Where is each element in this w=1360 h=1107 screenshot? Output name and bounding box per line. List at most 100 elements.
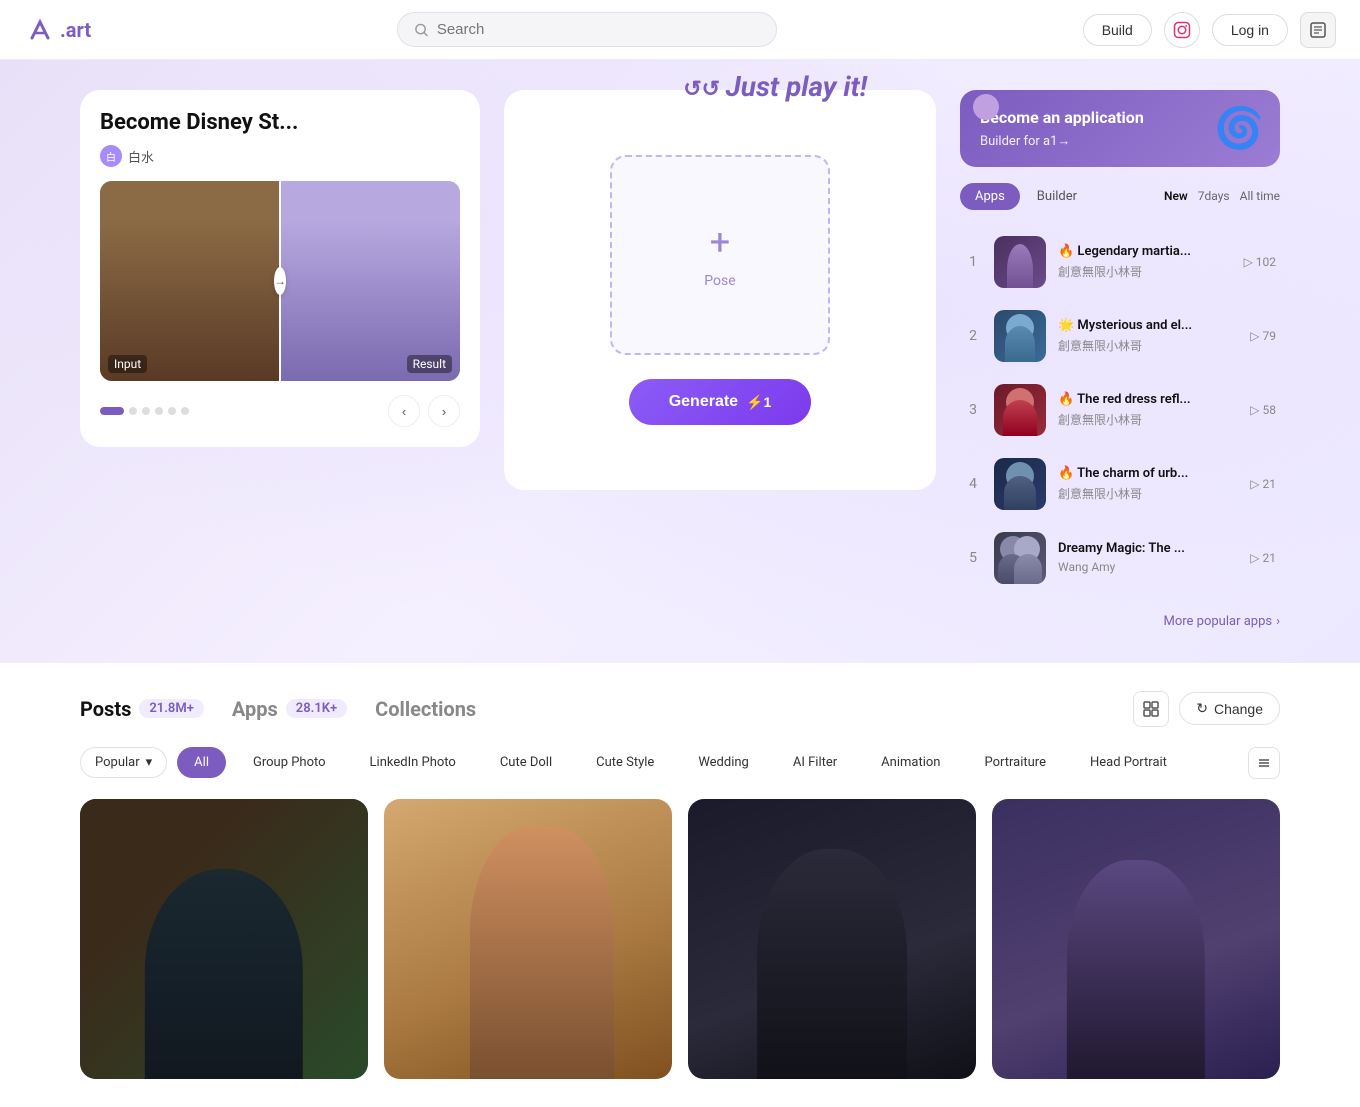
app-author-4: 創意無限小林哥: [1058, 485, 1238, 502]
filter-head-portrait[interactable]: Head Portrait: [1073, 747, 1184, 778]
generate-button[interactable]: Generate ⚡1: [629, 379, 812, 425]
app-plays-4: ▷ 21: [1250, 477, 1276, 491]
change-label: Change: [1214, 701, 1263, 717]
search-bar[interactable]: [397, 12, 777, 47]
change-button[interactable]: ↻ Change: [1179, 692, 1280, 725]
app-info-2: 🌟 Mysterious and el... 創意無限小林哥: [1058, 318, 1238, 354]
posts-actions: ↻ Change: [1133, 691, 1280, 727]
list-item[interactable]: 5 Dreamy Magic: The ... Wang Amy ▷ 21: [960, 522, 1280, 594]
result-label: Result: [407, 355, 452, 373]
nav-buttons: ‹ ›: [388, 395, 460, 427]
tab-builder[interactable]: Builder: [1022, 183, 1092, 210]
app-list: 1 🔥 Legendary martia... 創意無限小林哥 ▷ 102 2: [960, 226, 1280, 594]
time-alltime[interactable]: All time: [1240, 189, 1280, 203]
dot-2[interactable]: [129, 407, 137, 415]
pose-label: Pose: [704, 273, 735, 289]
posts-tabs: Posts 21.8M+ Apps 28.1K+ Collections: [80, 697, 476, 721]
expand-icon: [1257, 756, 1271, 770]
grid-view-button[interactable]: [1133, 691, 1169, 727]
list-item[interactable]: 3 🔥 The red dress refl... 創意無限小林哥 ▷ 58: [960, 374, 1280, 446]
app-name-3: 🔥 The red dress refl...: [1058, 392, 1238, 409]
filter-animation[interactable]: Animation: [864, 747, 957, 778]
builder-banner[interactable]: Become an application Builder for a1→ 🌀: [960, 90, 1280, 167]
card-left: Become Disney St... 白 白水 Input Result →: [80, 90, 480, 447]
dot-4[interactable]: [155, 407, 163, 415]
build-button[interactable]: Build: [1083, 14, 1152, 46]
app-info-5: Dreamy Magic: The ... Wang Amy: [1058, 541, 1238, 574]
input-label: Input: [108, 355, 147, 373]
result-person: [280, 181, 460, 381]
apps-badge: 28.1K+: [286, 699, 347, 718]
page-icon: [1309, 21, 1327, 39]
filter-cute-style[interactable]: Cute Style: [579, 747, 671, 778]
filter-all[interactable]: All: [177, 747, 226, 778]
filter-portraiture[interactable]: Portraiture: [967, 747, 1063, 778]
posts-header: Posts 21.8M+ Apps 28.1K+ Collections: [80, 691, 1280, 727]
app-name-4: 🔥 The charm of urb...: [1058, 466, 1238, 483]
grid-item-2[interactable]: [384, 799, 672, 1079]
tabs-row: Apps Builder New 7days All time: [960, 183, 1280, 210]
app-author-5: Wang Amy: [1058, 560, 1238, 574]
filter-row: Popular ▾ All Group Photo LinkedIn Photo…: [80, 747, 1280, 779]
input-half: Input: [100, 181, 280, 381]
posts-badge: 21.8M+: [139, 699, 204, 718]
logo[interactable]: .art: [24, 14, 91, 46]
app-name-5: Dreamy Magic: The ...: [1058, 541, 1238, 558]
dot-1[interactable]: [100, 407, 124, 415]
grid-item-4[interactable]: [992, 799, 1280, 1079]
app-author-1: 創意無限小林哥: [1058, 263, 1232, 280]
filter-ai-filter[interactable]: AI Filter: [776, 747, 854, 778]
sort-select[interactable]: Popular ▾: [80, 747, 167, 778]
dot-6[interactable]: [181, 407, 189, 415]
grid-item-1[interactable]: [80, 799, 368, 1079]
chevron-down-icon: ▾: [146, 755, 153, 770]
filter-group-photo[interactable]: Group Photo: [236, 747, 343, 778]
dot-3[interactable]: [142, 407, 150, 415]
image-grid: [80, 799, 1280, 1079]
list-item[interactable]: 4 🔥 The charm of urb... 創意無限小林哥 ▷ 21: [960, 448, 1280, 520]
tab-collections-label: Collections: [375, 697, 476, 721]
app-name-1: 🔥 Legendary martia...: [1058, 244, 1232, 261]
tab-posts[interactable]: Posts 21.8M+: [80, 697, 204, 721]
dot-5[interactable]: [168, 407, 176, 415]
time-new[interactable]: New: [1164, 189, 1188, 203]
card-author[interactable]: 白 白水: [100, 145, 460, 167]
login-button[interactable]: Log in: [1212, 14, 1288, 46]
app-info-1: 🔥 Legendary martia... 創意無限小林哥: [1058, 244, 1232, 280]
just-play-label: ↺↺ Just play it!: [683, 70, 867, 103]
avatar-button[interactable]: [1300, 12, 1336, 48]
app-thumb-4: [994, 458, 1046, 510]
instagram-button[interactable]: [1164, 12, 1200, 48]
banner-icon: 🌀: [1214, 105, 1264, 152]
app-thumb-2: [994, 310, 1046, 362]
grid-item-3[interactable]: [688, 799, 976, 1079]
tab-collections[interactable]: Collections: [375, 697, 476, 721]
more-apps-label: More popular apps: [1164, 614, 1273, 629]
more-apps-link[interactable]: More popular apps ›: [960, 610, 1280, 633]
filter-cute-doll[interactable]: Cute Doll: [483, 747, 569, 778]
filter-expand-button[interactable]: [1248, 747, 1280, 779]
hero-section: Become Disney St... 白 白水 Input Result →: [0, 60, 1360, 663]
search-icon: [414, 22, 429, 38]
list-item[interactable]: 2 🌟 Mysterious and el... 創意無限小林哥 ▷ 79: [960, 300, 1280, 372]
search-input[interactable]: [437, 21, 760, 38]
next-button[interactable]: ›: [428, 395, 460, 427]
app-author-3: 創意無限小林哥: [1058, 411, 1238, 428]
list-item[interactable]: 1 🔥 Legendary martia... 創意無限小林哥 ▷ 102: [960, 226, 1280, 298]
filter-wedding[interactable]: Wedding: [681, 747, 766, 778]
app-plays-5: ▷ 21: [1250, 551, 1276, 565]
filter-linkedin-photo[interactable]: LinkedIn Photo: [353, 747, 473, 778]
rank-3: 3: [964, 402, 982, 418]
prev-button[interactable]: ‹: [388, 395, 420, 427]
rank-5: 5: [964, 550, 982, 566]
app-thumb-5: [994, 532, 1046, 584]
tab-apps[interactable]: Apps: [960, 183, 1020, 210]
grid-icon: [1143, 701, 1159, 717]
tab-apps-main[interactable]: Apps 28.1K+: [232, 697, 347, 721]
time-7days[interactable]: 7days: [1198, 189, 1230, 203]
header-right: Build Log in: [1083, 12, 1336, 48]
pose-box[interactable]: + Pose: [610, 155, 830, 355]
app-info-3: 🔥 The red dress refl... 創意無限小林哥: [1058, 392, 1238, 428]
avatar: 白: [100, 145, 122, 167]
app-plays-2: ▷ 79: [1250, 329, 1276, 343]
